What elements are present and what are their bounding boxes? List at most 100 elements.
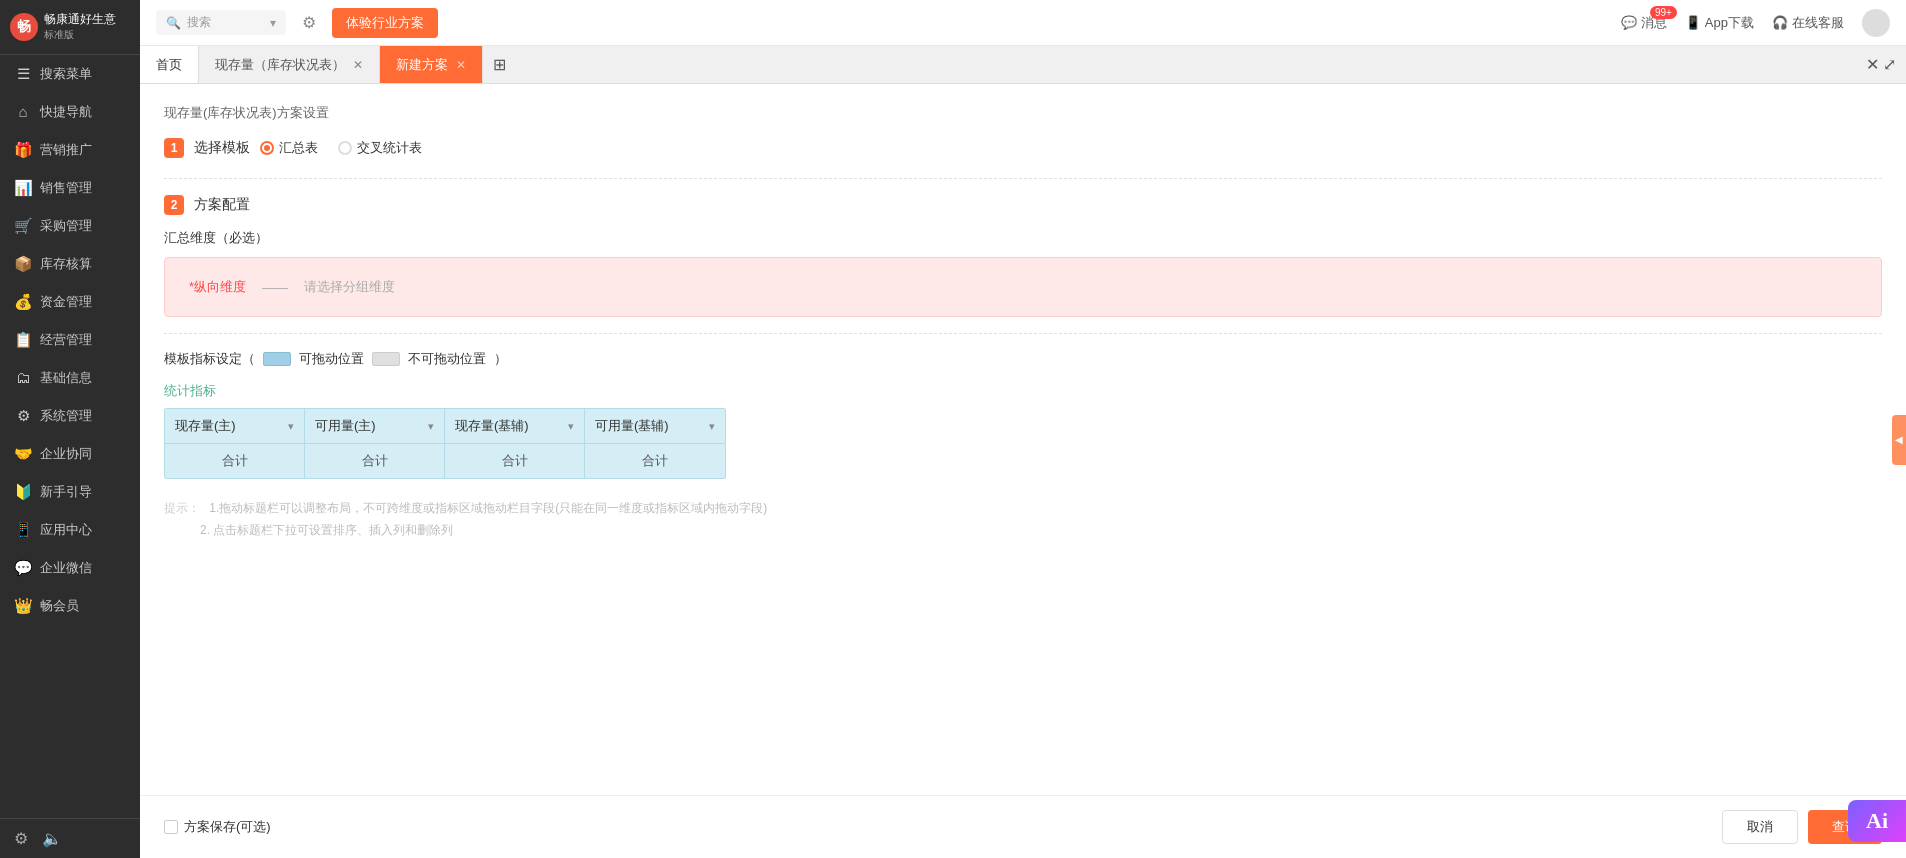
tips-title-label: 提示： <box>164 501 200 515</box>
wechat-icon: 💬 <box>14 559 32 577</box>
section-plan-config: 2 方案配置 汇总维度（必选） *纵向维度 —— 请选择分组维度 <box>164 195 1882 541</box>
stats-col-1-body: 合计 <box>305 444 444 478</box>
tab-new-plan-label: 新建方案 <box>396 56 448 74</box>
sidebar: 畅 畅康通好生意 标准版 ☰ 搜索菜单 ⌂ 快捷导航 🎁 营销推广 📊 销售管理… <box>0 0 140 858</box>
sidebar-item-wechat[interactable]: 💬 企业微信 <box>0 549 140 587</box>
section1-title: 选择模板 <box>194 139 250 157</box>
ai-badge[interactable]: Ai <box>1848 800 1906 842</box>
col-2-dropdown-icon: ▾ <box>568 420 574 433</box>
section1-header: 1 选择模板 汇总表 交叉统计表 <box>164 138 1882 158</box>
sidebar-item-label: 库存核算 <box>40 255 92 273</box>
radio-summary[interactable]: 汇总表 <box>260 139 318 157</box>
sidebar-item-sales[interactable]: 📊 销售管理 <box>0 169 140 207</box>
online-service-item[interactable]: 🎧 在线客服 <box>1772 14 1844 32</box>
non-draggable-legend-label: 不可拖动位置 <box>408 350 486 368</box>
save-checkbox[interactable] <box>164 820 178 834</box>
sidebar-bottom: ⚙ 🔈 <box>0 818 140 858</box>
draggable-legend-label: 可拖动位置 <box>299 350 364 368</box>
radio-crosstab-label: 交叉统计表 <box>357 139 422 157</box>
save-option[interactable]: 方案保存(可选) <box>164 818 271 836</box>
stats-col-1-header[interactable]: 可用量(主) ▾ <box>305 409 444 444</box>
online-service-label: 在线客服 <box>1792 14 1844 32</box>
sidebar-item-finance[interactable]: 💰 资金管理 <box>0 283 140 321</box>
stats-table: 现存量(主) ▾ 合计 可用量(主) ▾ 合计 <box>164 408 726 479</box>
search-icon: 🔍 <box>166 16 181 30</box>
vertical-dim-label: *纵向维度 <box>189 278 246 296</box>
app-dl-item[interactable]: 📱 App下载 <box>1685 14 1754 32</box>
search-box[interactable]: 🔍 搜索 ▾ <box>156 10 286 35</box>
tab-home-label: 首页 <box>156 56 182 74</box>
enterprise-icon: 🤝 <box>14 445 32 463</box>
stats-table-header-row: 现存量(主) ▾ 合计 可用量(主) ▾ 合计 <box>165 409 725 478</box>
col-0-dropdown-icon: ▾ <box>288 420 294 433</box>
message-badge: 99+ <box>1650 6 1677 19</box>
marketing-icon: 🎁 <box>14 141 32 159</box>
app-center-icon: 📱 <box>14 521 32 539</box>
system-icon: ⚙ <box>14 407 32 425</box>
stats-col-2: 现存量(基辅) ▾ 合计 <box>445 409 585 478</box>
avatar[interactable] <box>1862 9 1890 37</box>
operations-icon: 📋 <box>14 331 32 349</box>
window-close-icon[interactable]: ✕ <box>1866 55 1879 74</box>
tips-label: 提示： 1.拖动标题栏可以调整布局，不可跨维度或指标区域拖动栏目字段(只能在同一… <box>164 498 1882 520</box>
stats-col-2-body: 合计 <box>445 444 584 478</box>
app-dl-label: App下载 <box>1705 14 1754 32</box>
draggable-legend-box <box>263 352 291 366</box>
message-item[interactable]: 💬 消息 99+ <box>1621 14 1667 32</box>
sidebar-item-label: 销售管理 <box>40 179 92 197</box>
vertical-dim-placeholder[interactable]: 请选择分组维度 <box>304 278 395 296</box>
indicator-settings: 模板指标设定（ 可拖动位置 不可拖动位置 ） <box>164 350 1882 368</box>
right-scroll-handle[interactable]: ◀ <box>1892 415 1906 465</box>
section2-title: 方案配置 <box>194 196 250 214</box>
tab-home[interactable]: 首页 <box>140 46 199 83</box>
gear-icon[interactable]: ⚙ <box>302 13 316 32</box>
section-select-template: 1 选择模板 汇总表 交叉统计表 <box>164 138 1882 158</box>
sidebar-item-quick-nav[interactable]: ⌂ 快捷导航 <box>0 93 140 131</box>
radio-crosstab[interactable]: 交叉统计表 <box>338 139 422 157</box>
sidebar-item-label: 采购管理 <box>40 217 92 235</box>
stats-col-2-header[interactable]: 现存量(基辅) ▾ <box>445 409 584 444</box>
sidebar-item-member[interactable]: 👑 畅会员 <box>0 587 140 625</box>
sidebar-item-search-menu[interactable]: ☰ 搜索菜单 <box>0 55 140 93</box>
stats-col-0-header[interactable]: 现存量(主) ▾ <box>165 409 304 444</box>
try-btn[interactable]: 体验行业方案 <box>332 8 438 38</box>
sidebar-item-label: 快捷导航 <box>40 103 92 121</box>
cancel-button[interactable]: 取消 <box>1722 810 1798 844</box>
window-expand-icon[interactable]: ⤢ <box>1883 55 1896 74</box>
message-icon: 💬 <box>1621 15 1637 30</box>
inventory-icon: 📦 <box>14 255 32 273</box>
sidebar-item-inventory[interactable]: 📦 库存核算 <box>0 245 140 283</box>
save-label: 方案保存(可选) <box>184 818 271 836</box>
radio-summary-dot <box>260 141 274 155</box>
sidebar-item-marketing[interactable]: 🎁 营销推广 <box>0 131 140 169</box>
settings-bottom-icon[interactable]: ⚙ <box>14 829 28 848</box>
radio-summary-label: 汇总表 <box>279 139 318 157</box>
sidebar-item-label: 基础信息 <box>40 369 92 387</box>
tab-new-plan[interactable]: 新建方案 ✕ <box>380 46 483 83</box>
tab-new-plan-close-icon[interactable]: ✕ <box>456 58 466 72</box>
stats-section-title: 统计指标 <box>164 382 1882 400</box>
tab-inventory-close-icon[interactable]: ✕ <box>353 58 363 72</box>
tab-inventory-status[interactable]: 现存量（库存状况表） ✕ <box>199 46 380 83</box>
sound-bottom-icon[interactable]: 🔈 <box>42 829 62 848</box>
sidebar-item-operations[interactable]: 📋 经营管理 <box>0 321 140 359</box>
sidebar-item-label: 资金管理 <box>40 293 92 311</box>
sales-icon: 📊 <box>14 179 32 197</box>
sidebar-item-basic-info[interactable]: 🗂 基础信息 <box>0 359 140 397</box>
sidebar-item-enterprise[interactable]: 🤝 企业协同 <box>0 435 140 473</box>
tips-section: 提示： 1.拖动标题栏可以调整布局，不可跨维度或指标区域拖动栏目字段(只能在同一… <box>164 498 1882 541</box>
sidebar-item-label: 经营管理 <box>40 331 92 349</box>
sidebar-item-purchase[interactable]: 🛒 采购管理 <box>0 207 140 245</box>
sidebar-item-label: 企业协同 <box>40 445 92 463</box>
purchase-icon: 🛒 <box>14 217 32 235</box>
sidebar-item-new-guide[interactable]: 🔰 新手引导 <box>0 473 140 511</box>
sidebar-item-app-center[interactable]: 📱 应用中心 <box>0 511 140 549</box>
stats-col-3-header[interactable]: 可用量(基辅) ▾ <box>585 409 725 444</box>
sidebar-item-label: 应用中心 <box>40 521 92 539</box>
stats-col-2-header-label: 现存量(基辅) <box>455 417 529 435</box>
tab-expand-icon[interactable]: ⊞ <box>483 55 516 74</box>
content-area: 现存量(库存状况表)方案设置 1 选择模板 汇总表 <box>140 84 1906 795</box>
sidebar-item-system[interactable]: ⚙ 系统管理 <box>0 397 140 435</box>
aggregate-label: 汇总维度（必选） <box>164 229 1882 247</box>
section2-num: 2 <box>164 195 184 215</box>
